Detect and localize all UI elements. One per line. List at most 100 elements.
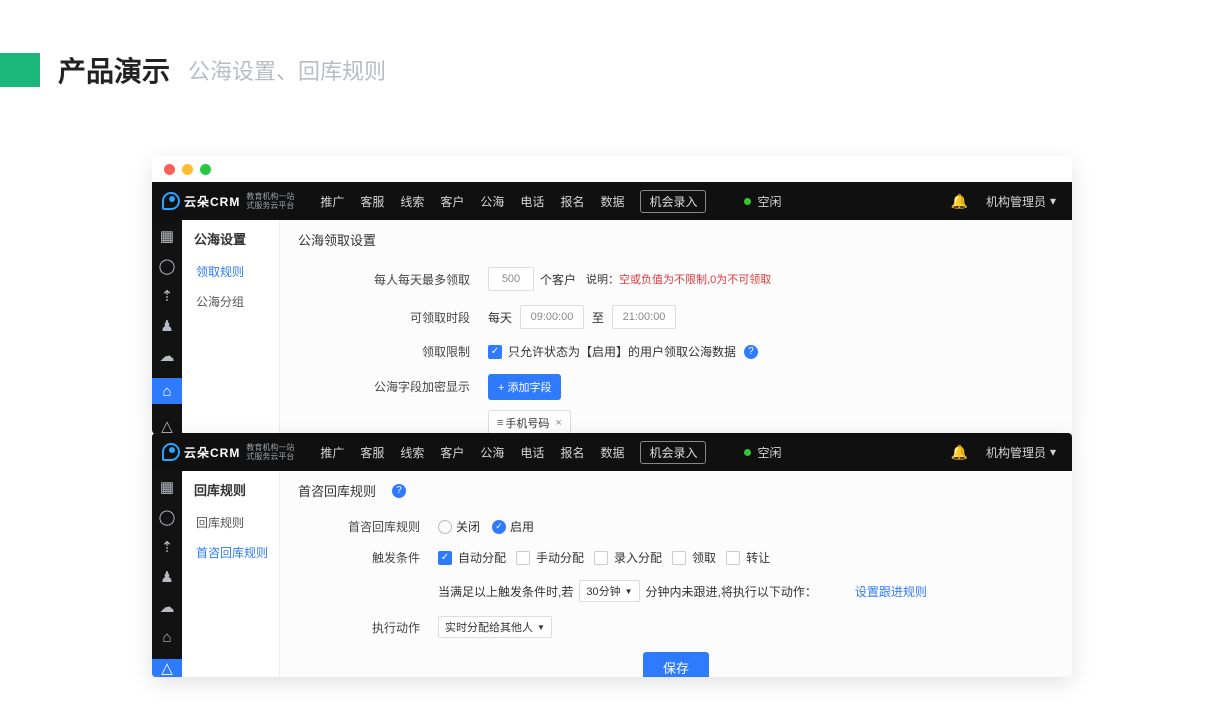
slide-title: 产品演示 xyxy=(58,50,170,90)
radio-on-label: 启用 xyxy=(510,518,534,535)
chevron-down-icon: ▼ xyxy=(625,587,633,596)
side-rail: ▦ ◯ ⇡ ♟ ☁ ⌂ △ ♟ xyxy=(152,471,182,677)
checkbox[interactable] xyxy=(488,345,502,359)
slide-title-row: 产品演示 公海设置、回库规则 xyxy=(0,50,386,90)
sidebar-title: 公海设置 xyxy=(182,220,279,256)
rail-icon[interactable]: ▦ xyxy=(159,228,175,244)
status-dot-icon xyxy=(744,198,751,205)
rail-icon[interactable]: ♟ xyxy=(159,318,175,334)
rail-icon[interactable]: ◯ xyxy=(159,509,175,525)
rail-icon[interactable]: ◯ xyxy=(159,258,175,274)
nav-item[interactable]: 报名 xyxy=(560,193,584,210)
rail-icon[interactable]: ⇡ xyxy=(159,539,175,555)
logo-text: 云朵CRM xyxy=(184,444,240,461)
time-to-input[interactable] xyxy=(612,305,676,329)
bell-icon[interactable]: 🔔 xyxy=(951,193,968,210)
nav-item[interactable]: 客服 xyxy=(360,193,384,210)
status-text: 空闲 xyxy=(757,193,781,210)
nav-item[interactable]: 客服 xyxy=(360,444,384,461)
radio-on[interactable] xyxy=(492,520,506,534)
help-icon[interactable]: ? xyxy=(392,484,406,498)
user-menu[interactable]: 机构管理员 ▾ xyxy=(986,444,1056,461)
max-dot-icon[interactable] xyxy=(200,164,211,175)
rail-icon[interactable]: ⌂ xyxy=(159,629,175,645)
status-dot-icon xyxy=(744,449,751,456)
window-controls xyxy=(152,156,1072,182)
accent-block xyxy=(0,53,40,87)
nav-item[interactable]: 线索 xyxy=(400,193,424,210)
logo-icon xyxy=(162,192,180,210)
duration-select[interactable]: 30分钟▼ xyxy=(579,580,639,602)
chevron-down-icon: ▼ xyxy=(537,623,545,632)
sidebar-item[interactable]: 回库规则 xyxy=(182,507,279,537)
rail-icon[interactable]: ▦ xyxy=(159,479,175,495)
help-icon[interactable]: ? xyxy=(744,345,758,359)
nav-item[interactable]: 报名 xyxy=(560,444,584,461)
rail-icon[interactable]: ♟ xyxy=(159,569,175,585)
set-followup-link[interactable]: 设置跟进规则 xyxy=(855,583,927,600)
save-button[interactable]: 保存 xyxy=(643,652,709,677)
top-nav: 推广 客服 线索 客户 公海 电话 报名 数据 xyxy=(320,193,624,210)
remove-tag-icon[interactable]: × xyxy=(555,417,561,429)
sidebar-item[interactable]: 首咨回库规则 xyxy=(182,537,279,567)
field-tag: ≡ 手机号码 × xyxy=(488,410,571,434)
nav-item[interactable]: 数据 xyxy=(600,193,624,210)
label: 可领取时段 xyxy=(298,309,488,326)
label: 领取限制 xyxy=(298,343,488,360)
suffix: 个客户 xyxy=(540,271,576,288)
min-dot-icon[interactable] xyxy=(182,164,193,175)
action-select[interactable]: 实时分配给其他人▼ xyxy=(438,616,552,638)
radio-off[interactable] xyxy=(438,520,452,534)
logo-icon xyxy=(162,443,180,461)
rail-icon[interactable]: ⌂ xyxy=(152,378,182,404)
row-rule-enable: 首咨回库规则 关闭 启用 xyxy=(298,518,1054,535)
row-restriction: 领取限制 只允许状态为【启用】的用户领取公海数据 ? xyxy=(298,343,1054,360)
main-panel: 公海领取设置 每人每天最多领取 个客户 说明：空或负值为不限制,0为不可领取 可… xyxy=(280,220,1072,434)
checkbox[interactable] xyxy=(438,551,452,565)
rail-icon[interactable]: △ xyxy=(159,418,175,434)
user-menu[interactable]: 机构管理员 ▾ xyxy=(986,193,1056,210)
checkbox[interactable] xyxy=(672,551,686,565)
drag-icon[interactable]: ≡ xyxy=(497,417,501,429)
checkbox[interactable] xyxy=(594,551,608,565)
chevron-down-icon: ▾ xyxy=(1050,445,1056,459)
checkbox[interactable] xyxy=(516,551,530,565)
nav-item[interactable]: 推广 xyxy=(320,444,344,461)
rail-icon[interactable]: △ xyxy=(152,659,182,677)
label: 每人每天最多领取 xyxy=(298,271,488,288)
rail-icon[interactable]: ⇡ xyxy=(159,288,175,304)
tag-label: 手机号码 xyxy=(505,415,549,431)
opportunity-entry-button[interactable]: 机会录入 xyxy=(640,190,706,213)
nav-item[interactable]: 电话 xyxy=(520,444,544,461)
status: 空闲 xyxy=(744,444,781,461)
daily-limit-input[interactable] xyxy=(488,267,534,291)
sidebar-item[interactable]: 领取规则 xyxy=(182,256,279,286)
nav-item[interactable]: 数据 xyxy=(600,444,624,461)
nav-item[interactable]: 公海 xyxy=(480,444,504,461)
nav-item[interactable]: 电话 xyxy=(520,193,544,210)
side-rail: ▦ ◯ ⇡ ♟ ☁ ⌂ △ xyxy=(152,220,182,434)
opportunity-entry-button[interactable]: 机会录入 xyxy=(640,441,706,464)
row-trigger: 触发条件 自动分配 手动分配 录入分配 领取 转让 xyxy=(298,549,1054,566)
row-action: 执行动作 实时分配给其他人▼ xyxy=(298,616,1054,638)
sidebar-item[interactable]: 公海分组 xyxy=(182,286,279,316)
sidebar-title: 回库规则 xyxy=(182,471,279,507)
label: 首咨回库规则 xyxy=(298,518,438,535)
rail-icon[interactable]: ☁ xyxy=(159,599,175,615)
checkbox[interactable] xyxy=(726,551,740,565)
slide-subtitle: 公海设置、回库规则 xyxy=(188,54,386,86)
bell-icon[interactable]: 🔔 xyxy=(951,444,968,461)
rail-icon[interactable]: ☁ xyxy=(159,348,175,364)
nav-item[interactable]: 客户 xyxy=(440,444,464,461)
nav-item[interactable]: 线索 xyxy=(400,444,424,461)
top-nav: 推广 客服 线索 客户 公海 电话 报名 数据 xyxy=(320,444,624,461)
section-title: 公海领取设置 xyxy=(298,230,1054,249)
nav-item[interactable]: 客户 xyxy=(440,193,464,210)
time-from-input[interactable] xyxy=(520,305,584,329)
close-dot-icon[interactable] xyxy=(164,164,175,175)
label: 触发条件 xyxy=(298,549,438,566)
status-text: 空闲 xyxy=(757,444,781,461)
nav-item[interactable]: 推广 xyxy=(320,193,344,210)
nav-item[interactable]: 公海 xyxy=(480,193,504,210)
add-field-button[interactable]: + 添加字段 xyxy=(488,374,561,400)
